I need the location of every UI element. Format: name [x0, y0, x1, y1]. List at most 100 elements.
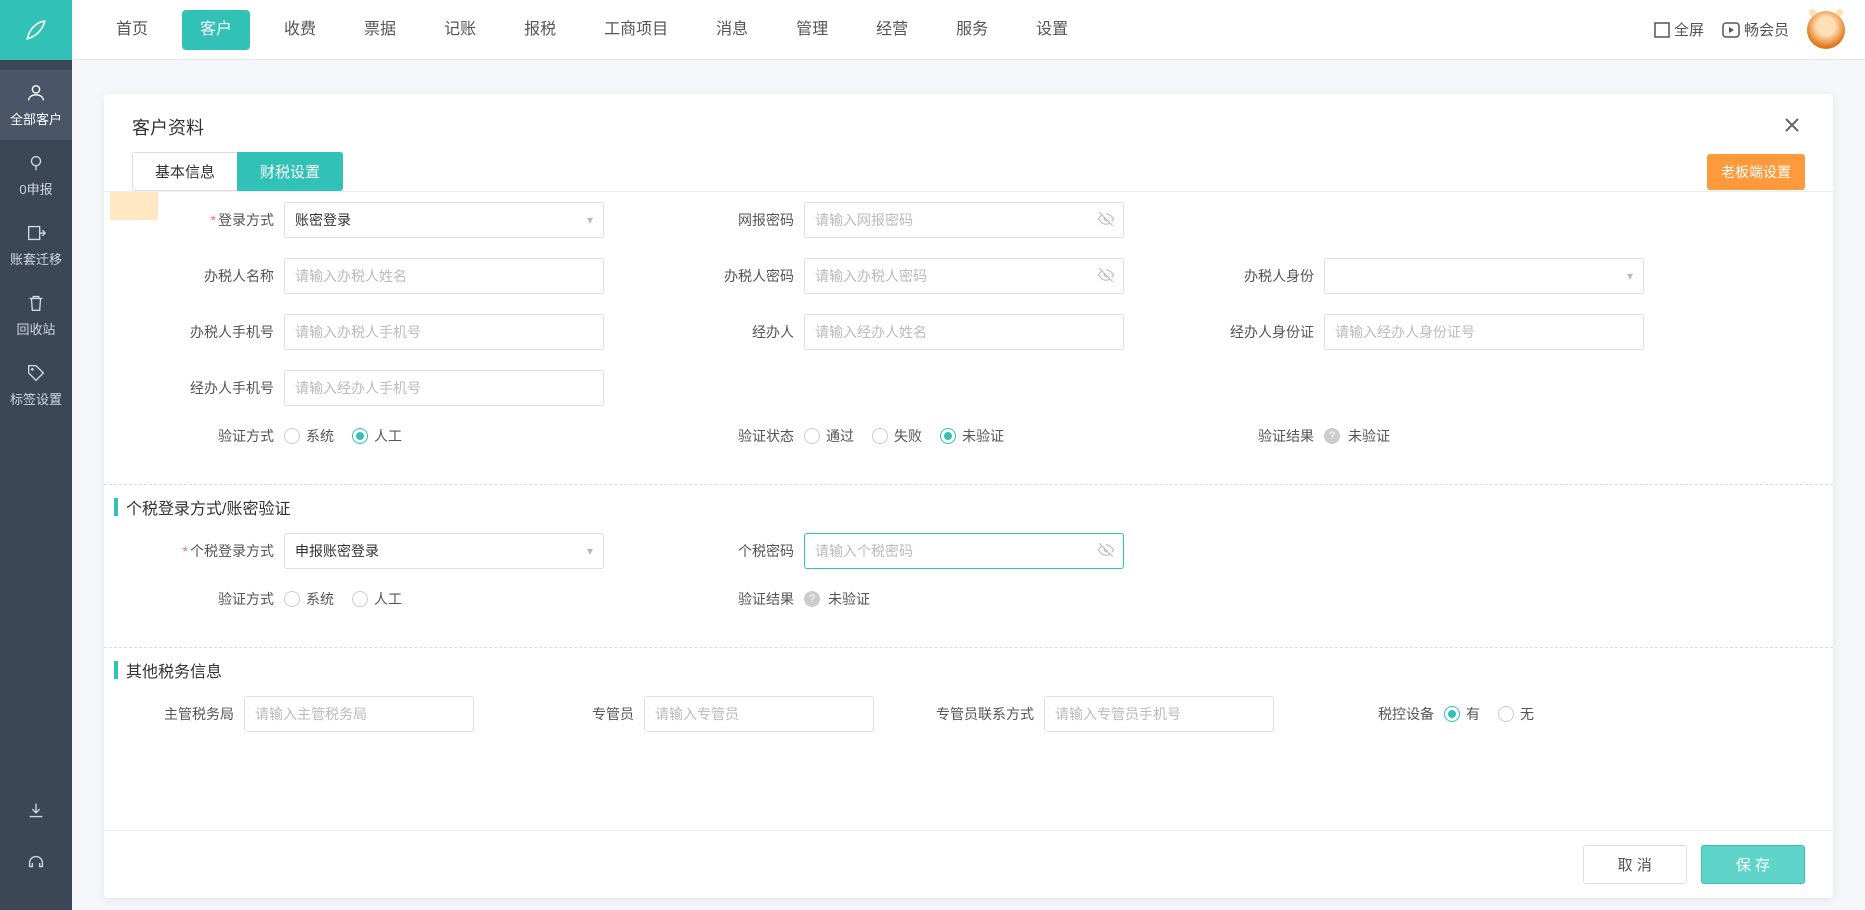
- logo[interactable]: [0, 0, 72, 60]
- input-handler-id[interactable]: [1324, 314, 1644, 350]
- dialog-header: 客户资料: [104, 94, 1833, 152]
- row-highlight: [110, 192, 158, 220]
- radio-manual-2[interactable]: 人工: [352, 589, 402, 609]
- save-button[interactable]: 保 存: [1701, 845, 1805, 884]
- radio-system[interactable]: 系统: [284, 426, 334, 446]
- nav-mgmt[interactable]: 管理: [772, 0, 852, 60]
- radio-system-2[interactable]: 系统: [284, 589, 334, 609]
- nav-charge[interactable]: 收费: [260, 0, 340, 60]
- radio-manual[interactable]: 人工: [352, 426, 402, 446]
- sidebar-item-tags[interactable]: 标签设置: [0, 350, 72, 420]
- sidebar: 全部客户 0申报 账套迁移 回收站 标签设置: [0, 60, 72, 910]
- select-itax-login[interactable]: 申报账密登录 ▾: [284, 533, 604, 569]
- nav-tax[interactable]: 报税: [500, 0, 580, 60]
- nav-settings[interactable]: 设置: [1012, 0, 1092, 60]
- mascot-avatar[interactable]: [1807, 11, 1845, 49]
- eye-off-icon[interactable]: [1089, 210, 1123, 231]
- input-handler-phone[interactable]: [284, 370, 604, 406]
- label-tax-phone: 办税人手机号: [114, 322, 284, 342]
- eye-off-icon[interactable]: [1089, 266, 1123, 287]
- users-icon: [25, 82, 47, 104]
- input-itax-password[interactable]: [805, 534, 1089, 568]
- label-verify-status: 验证状态: [634, 426, 804, 446]
- download-icon: [25, 800, 47, 822]
- headset-icon: [25, 851, 47, 873]
- select-login-method[interactable]: 账密登录 ▾: [284, 202, 604, 238]
- nav-msg[interactable]: 消息: [692, 0, 772, 60]
- radio-verify-method-1: 系统 人工: [284, 426, 402, 446]
- label-tax-name: 办税人名称: [114, 266, 284, 286]
- fullscreen-button[interactable]: 全屏: [1654, 19, 1704, 40]
- nav-tickets[interactable]: 票据: [340, 0, 420, 60]
- label-admin: 专管员: [514, 704, 644, 724]
- input-tax-bureau[interactable]: [244, 696, 474, 732]
- label-verify-result-1: 验证结果: [1154, 426, 1324, 446]
- radio-fail[interactable]: 失败: [872, 426, 922, 446]
- nav-home[interactable]: 首页: [92, 0, 172, 60]
- sidebar-item-all-customers[interactable]: 全部客户: [0, 70, 72, 140]
- field-tax-phone: 办税人手机号: [114, 314, 634, 350]
- input-tax-name[interactable]: [284, 258, 604, 294]
- sidebar-item-label: 账套迁移: [10, 252, 62, 267]
- nav-customer[interactable]: 客户: [182, 10, 250, 50]
- info-icon[interactable]: ?: [804, 591, 820, 607]
- label-itax-password: 个税密码: [634, 541, 804, 561]
- field-itax-password: 个税密码: [634, 533, 1154, 569]
- input-wrap-net-password: [804, 202, 1124, 238]
- section-login: *登录方式 账密登录 ▾ 网报密码: [104, 192, 1833, 485]
- cancel-button[interactable]: 取 消: [1583, 845, 1687, 884]
- nav-operate[interactable]: 经营: [852, 0, 932, 60]
- sidebar-bottom: [0, 788, 72, 910]
- close-button[interactable]: [1779, 114, 1805, 140]
- radio-pass[interactable]: 通过: [804, 426, 854, 446]
- sidebar-download[interactable]: [0, 788, 72, 839]
- radio-no-device[interactable]: 无: [1498, 704, 1534, 724]
- eye-off-icon[interactable]: [1089, 541, 1123, 562]
- sidebar-item-trash[interactable]: 回收站: [0, 280, 72, 350]
- verify-result-value: 未验证: [1348, 426, 1390, 446]
- dialog-body[interactable]: *登录方式 账密登录 ▾ 网报密码: [104, 191, 1833, 830]
- input-net-password[interactable]: [805, 203, 1089, 237]
- member-button[interactable]: 畅会员: [1722, 19, 1789, 40]
- field-verify-method-2: 验证方式 系统 人工: [114, 589, 634, 609]
- input-tax-phone[interactable]: [284, 314, 604, 350]
- info-icon[interactable]: ?: [1324, 428, 1340, 444]
- radio-has-device[interactable]: 有: [1444, 704, 1480, 724]
- label-itax-login: *个税登录方式: [114, 541, 284, 561]
- sidebar-item-zero-declare[interactable]: 0申报: [0, 140, 72, 210]
- zero-declare-icon: [25, 152, 47, 174]
- label-verify-method-2: 验证方式: [114, 589, 284, 609]
- input-wrap-itax-password: [804, 533, 1124, 569]
- radio-verify-status: 通过 失败 未验证: [804, 426, 1004, 446]
- verify-result-value: 未验证: [828, 589, 870, 609]
- input-admin[interactable]: [644, 696, 874, 732]
- input-wrap-tax-password: [804, 258, 1124, 294]
- label-handler: 经办人: [634, 322, 804, 342]
- nav-service[interactable]: 服务: [932, 0, 1012, 60]
- sidebar-item-migrate[interactable]: 账套迁移: [0, 210, 72, 280]
- fullscreen-icon: [1654, 22, 1670, 38]
- radio-unverified[interactable]: 未验证: [940, 426, 1004, 446]
- sidebar-support[interactable]: [0, 839, 72, 890]
- select-tax-identity[interactable]: ▾: [1324, 258, 1644, 294]
- customer-dialog: 客户资料 基本信息 财税设置 老板端设置 *登录方式 账密登录 ▾: [104, 94, 1833, 898]
- label-handler-id: 经办人身份证: [1154, 322, 1324, 342]
- trash-icon: [25, 292, 47, 314]
- field-admin-contact: 专管员联系方式: [914, 696, 1314, 732]
- sidebar-item-label: 全部客户: [10, 112, 62, 127]
- nav-biz-project[interactable]: 工商项目: [580, 0, 692, 60]
- tab-basic-info[interactable]: 基本信息: [132, 152, 237, 191]
- leaf-icon: [23, 17, 49, 43]
- input-handler[interactable]: [804, 314, 1124, 350]
- fullscreen-label: 全屏: [1674, 19, 1704, 40]
- input-tax-password[interactable]: [805, 259, 1089, 293]
- tab-tax-settings[interactable]: 财税设置: [237, 152, 343, 191]
- chevron-down-icon: ▾: [1627, 269, 1633, 283]
- input-admin-contact[interactable]: [1044, 696, 1274, 732]
- dialog-title: 客户资料: [132, 114, 1779, 140]
- chevron-down-icon: ▾: [587, 544, 593, 558]
- section-title-itax: 个税登录方式/账密验证: [114, 495, 1823, 519]
- boss-settings-button[interactable]: 老板端设置: [1707, 154, 1805, 190]
- field-itax-login: *个税登录方式 申报账密登录 ▾: [114, 533, 634, 569]
- nav-booking[interactable]: 记账: [420, 0, 500, 60]
